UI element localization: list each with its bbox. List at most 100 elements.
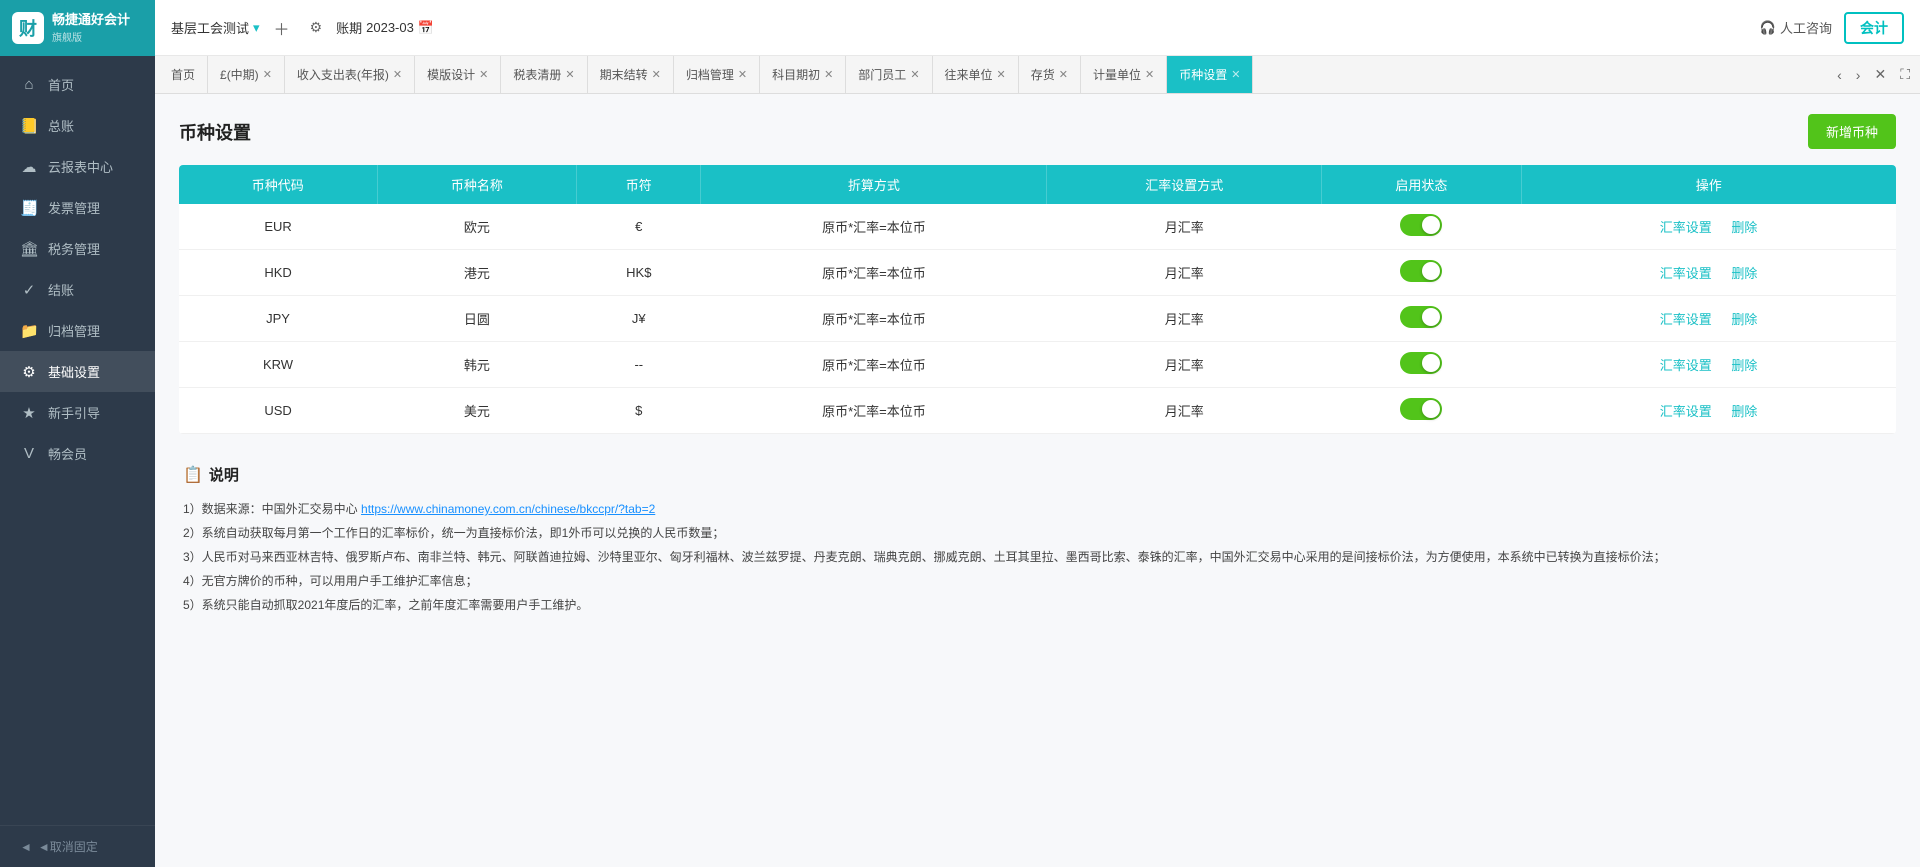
main-area: 基层工会测试 ▾ ＋ ⚙ 账期 2023-03 📅 🎧 人工咨询 会计 首页£(…	[155, 0, 1920, 867]
tab-close-icon[interactable]: ✕	[1145, 68, 1154, 81]
currency-code: HKD	[179, 250, 377, 296]
account-button[interactable]: 会计	[1844, 12, 1904, 44]
note-item: 1）数据来源：中国外汇交易中心 https://www.chinamoney.c…	[183, 497, 1892, 521]
actions-cell: 汇率设置 删除	[1521, 250, 1896, 296]
sidebar-item-label: 税务管理	[48, 239, 100, 258]
table-row: KRW 韩元 -- 原币*汇率=本位币 月汇率 汇率设置 删除	[179, 342, 1896, 388]
tab-close-icon[interactable]: ✕	[652, 68, 661, 81]
help-button[interactable]: 🎧 人工咨询	[1760, 18, 1832, 37]
delete-link[interactable]: 删除	[1731, 220, 1757, 235]
page-title: 币种设置	[179, 119, 251, 145]
tab-currency[interactable]: 币种设置 ✕	[1167, 56, 1253, 94]
currency-name: 日圆	[377, 296, 577, 342]
sidebar-item-label: 发票管理	[48, 198, 100, 217]
add-tab-icon[interactable]: ＋	[268, 16, 296, 40]
rate-setting-link[interactable]: 汇率设置	[1660, 404, 1712, 419]
currency-symbol: J¥	[577, 296, 701, 342]
sidebar-item-tax[interactable]: 🏛 税务管理	[0, 228, 155, 269]
sidebar-item-closing[interactable]: ✓ 结账	[0, 269, 155, 310]
sidebar-logo: 财 畅捷通好会计 旗舰版	[0, 0, 155, 56]
rate-setting-link[interactable]: 汇率设置	[1660, 358, 1712, 373]
note-link[interactable]: https://www.chinamoney.com.cn/chinese/bk…	[361, 502, 655, 516]
chevron-down-icon[interactable]: ▾	[253, 20, 260, 36]
tab-label: 模版设计	[427, 66, 475, 83]
tab-subjects[interactable]: 科目期初 ✕	[760, 56, 846, 94]
logo-name: 畅捷通好会计	[52, 12, 130, 29]
tab-inventory[interactable]: 存货 ✕	[1019, 56, 1081, 94]
topbar-period: 账期 2023-03 📅	[336, 18, 434, 37]
table-row: EUR 欧元 € 原币*汇率=本位币 月汇率 汇率设置 删除	[179, 204, 1896, 250]
tab-tax[interactable]: 税表清册 ✕	[501, 56, 587, 94]
topbar-settings-icon[interactable]: ⚙	[304, 19, 329, 36]
delete-link[interactable]: 删除	[1731, 312, 1757, 327]
tab-close-icon[interactable]: ✕	[997, 68, 1006, 81]
tab-units[interactable]: 往来单位 ✕	[933, 56, 1019, 94]
logo-sub: 旗舰版	[52, 29, 130, 44]
tab-measure[interactable]: 计量单位 ✕	[1081, 56, 1167, 94]
note-section: 📋 说明 1）数据来源：中国外汇交易中心 https://www.chinamo…	[179, 464, 1896, 617]
sidebar-item-member[interactable]: V 畅会员	[0, 433, 155, 474]
calc-method: 原币*汇率=本位币	[701, 296, 1047, 342]
sidebar-item-label: 结账	[48, 280, 74, 299]
sidebar-item-ledger[interactable]: 📒 总账	[0, 105, 155, 146]
tab-close-icon[interactable]: ✕	[738, 68, 747, 81]
currency-code: KRW	[179, 342, 377, 388]
page-header: 币种设置 新增币种	[179, 114, 1896, 149]
rate-setting-link[interactable]: 汇率设置	[1660, 266, 1712, 281]
delete-link[interactable]: 删除	[1731, 358, 1757, 373]
note-list: 1）数据来源：中国外汇交易中心 https://www.chinamoney.c…	[183, 497, 1892, 617]
tab-income[interactable]: 收入支出表(年报) ✕	[285, 56, 415, 94]
tab-close-icon[interactable]: ✕	[1231, 68, 1240, 81]
tab-label: £(中期)	[220, 66, 259, 83]
sidebar-item-guide[interactable]: ★ 新手引导	[0, 392, 155, 433]
table-row: USD 美元 $ 原币*汇率=本位币 月汇率 汇率设置 删除	[179, 388, 1896, 434]
tab-dept[interactable]: 部门员工 ✕	[846, 56, 932, 94]
tab-next-button[interactable]: ›	[1850, 64, 1867, 85]
tab-period_end[interactable]: 期末结转 ✕	[588, 56, 674, 94]
delete-link[interactable]: 删除	[1731, 404, 1757, 419]
tab-close-all-button[interactable]: ✕	[1868, 64, 1892, 85]
tab-prev-button[interactable]: ‹	[1831, 64, 1848, 85]
sidebar-item-settings[interactable]: ⚙ 基础设置	[0, 351, 155, 392]
table-header-cell: 汇率设置方式	[1047, 165, 1322, 204]
sidebar-footer[interactable]: ◄ ◄取消固定	[0, 825, 155, 867]
currency-symbol: €	[577, 204, 701, 250]
new-currency-button[interactable]: 新增币种	[1808, 114, 1896, 149]
pin-icon: ◄	[20, 840, 32, 854]
enabled-toggle[interactable]	[1400, 352, 1442, 374]
logo-icon: 财	[12, 12, 44, 44]
enabled-toggle[interactable]	[1400, 214, 1442, 236]
currency-symbol: $	[577, 388, 701, 434]
rate-type: 月汇率	[1047, 204, 1322, 250]
enabled-toggle[interactable]	[1400, 306, 1442, 328]
sidebar-item-home[interactable]: ⌂ 首页	[0, 64, 155, 105]
tab-label: 存货	[1031, 66, 1055, 83]
sidebar-item-invoice[interactable]: 🧾 发票管理	[0, 187, 155, 228]
sidebar-item-archive[interactable]: 📁 归档管理	[0, 310, 155, 351]
enabled-toggle[interactable]	[1400, 260, 1442, 282]
tax-icon: 🏛	[20, 240, 38, 258]
enabled-toggle[interactable]	[1400, 398, 1442, 420]
rate-type: 月汇率	[1047, 296, 1322, 342]
note-icon: 📋	[183, 465, 203, 485]
rate-setting-link[interactable]: 汇率设置	[1660, 220, 1712, 235]
rate-setting-link[interactable]: 汇率设置	[1660, 312, 1712, 327]
tab-label: 税表清册	[513, 66, 561, 83]
tab-close-icon[interactable]: ✕	[1059, 68, 1068, 81]
tab-expand-button[interactable]: ⛶	[1894, 64, 1916, 85]
delete-link[interactable]: 删除	[1731, 266, 1757, 281]
tab-home[interactable]: 首页	[159, 56, 208, 94]
currency-name: 韩元	[377, 342, 577, 388]
table-header-cell: 折算方式	[701, 165, 1047, 204]
tab-close-icon[interactable]: ✕	[263, 68, 272, 81]
tab-close-icon[interactable]: ✕	[910, 68, 919, 81]
tab-archive[interactable]: 归档管理 ✕	[674, 56, 760, 94]
tab-template[interactable]: 模版设计 ✕	[415, 56, 501, 94]
tab-close-icon[interactable]: ✕	[393, 68, 402, 81]
sidebar-item-reports[interactable]: ☁ 云报表中心	[0, 146, 155, 187]
tab-close-icon[interactable]: ✕	[479, 68, 488, 81]
tab-close-icon[interactable]: ✕	[824, 68, 833, 81]
tab-close-icon[interactable]: ✕	[565, 68, 574, 81]
tab-period[interactable]: £(中期) ✕	[208, 56, 285, 94]
calendar-icon[interactable]: 📅	[418, 20, 434, 36]
